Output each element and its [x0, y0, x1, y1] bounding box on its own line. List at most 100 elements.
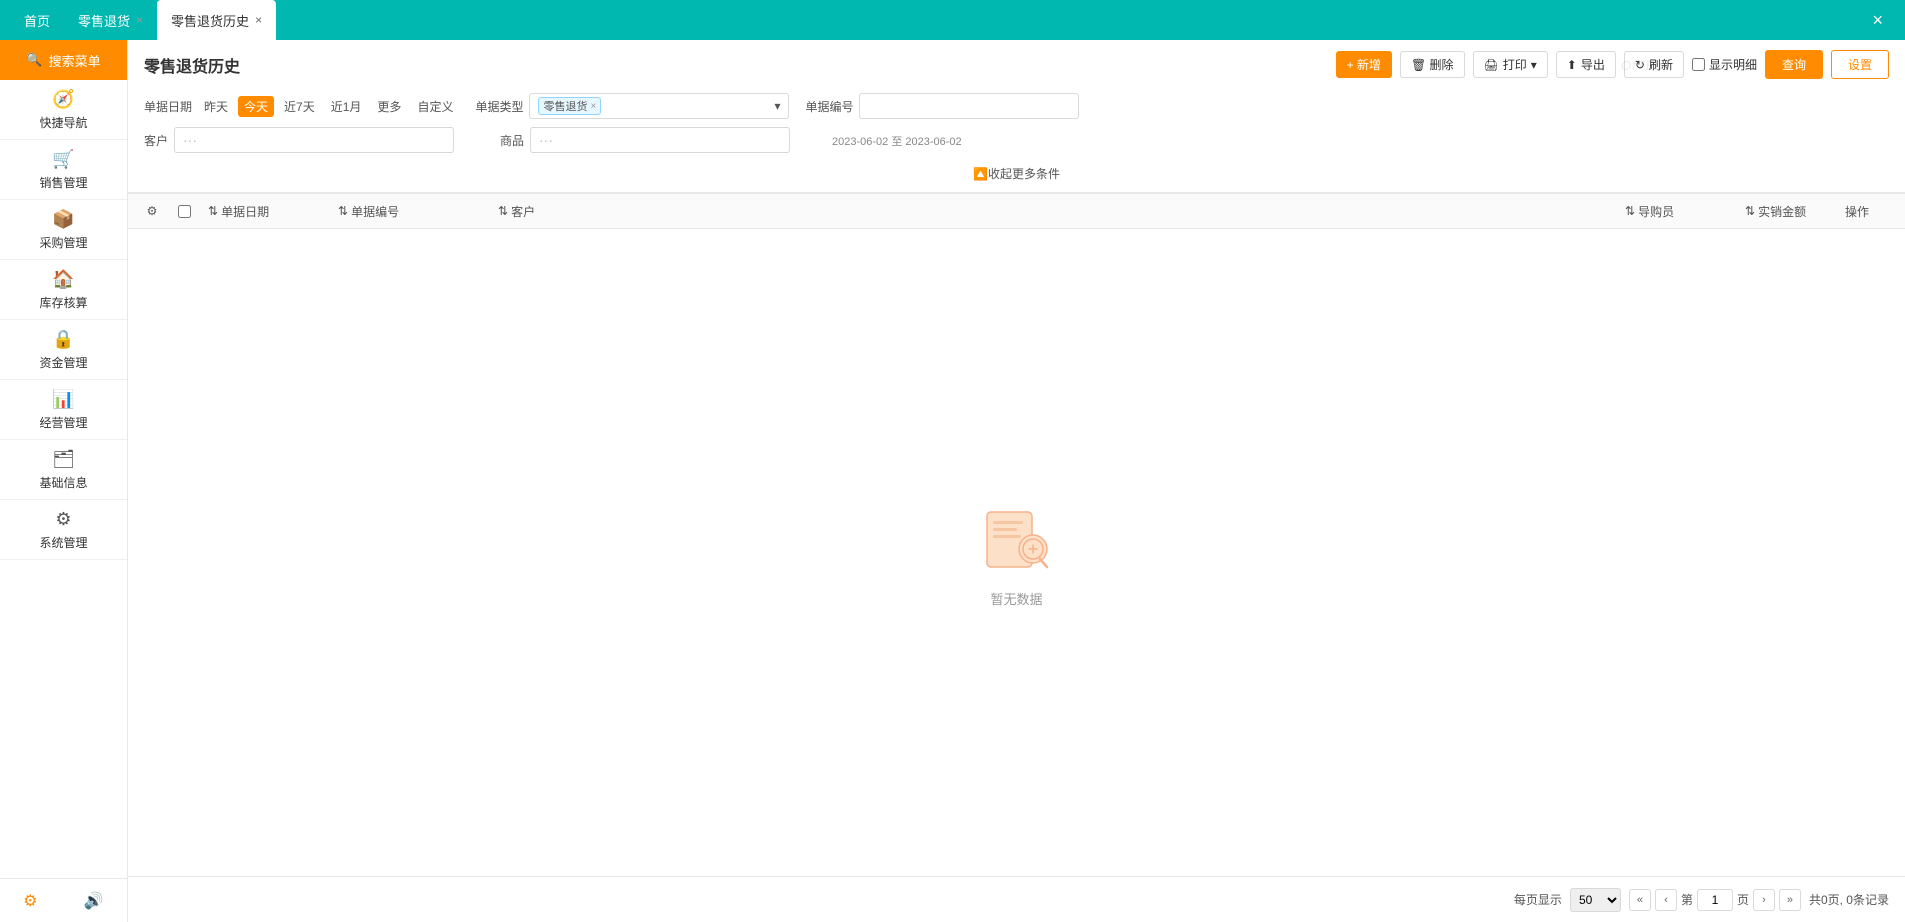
sidebar-item-basic-info-label: 基础信息 — [39, 474, 87, 491]
date-more[interactable]: 更多 — [371, 96, 407, 117]
toolbar: + 新增 🗑 删除 🖨 打印 ▾ ⬆ 导出 ↻ 刷新 — [1336, 50, 1889, 79]
sidebar-item-inventory[interactable]: 🏠 库存核算 — [0, 260, 127, 320]
content-area: 零售退货历史 + 新增 🗑 删除 🖨 打印 ▾ ⬆ 导出 ↻ — [128, 40, 1905, 922]
query-button[interactable]: 查询 — [1765, 50, 1823, 79]
page-title: 零售退货历史 — [144, 53, 240, 77]
empty-state: 暂无数据 — [128, 229, 1905, 876]
doc-type-select[interactable]: 零售退货 × ▾ — [529, 93, 789, 119]
sidebar-item-fund-mgmt[interactable]: 🔒 资金管理 — [0, 320, 127, 380]
window-close-button[interactable]: × — [1864, 6, 1891, 34]
inventory-icon: 🏠 — [52, 269, 74, 290]
page-prev-button[interactable]: ‹ — [1655, 889, 1677, 911]
date-range-text: 2023-06-02 至 2023-06-02 — [832, 133, 962, 153]
th-number-label: 单据编号 — [351, 203, 399, 220]
customer-filter: 客户 ··· — [144, 127, 484, 153]
new-button[interactable]: + 新增 — [1336, 51, 1392, 78]
settings-gear-icon[interactable]: ⚙ — [15, 883, 45, 919]
th-date-icon: ⇅ — [208, 204, 218, 218]
th-ops-label: 操作 — [1845, 203, 1869, 220]
date-yesterday[interactable]: 昨天 — [198, 96, 234, 117]
print-chevron: ▾ — [1531, 58, 1537, 72]
per-page-label: 每页显示 — [1514, 891, 1562, 908]
page-next-button[interactable]: › — [1753, 889, 1775, 911]
select-all-checkbox[interactable] — [178, 205, 191, 218]
export-button[interactable]: ⬆ 导出 — [1556, 51, 1616, 78]
export-label: 导出 — [1581, 56, 1605, 73]
page-prefix-label: 第 — [1681, 891, 1693, 908]
goods-select[interactable]: ··· — [530, 127, 790, 153]
ops-mgmt-icon: 📊 — [52, 389, 74, 410]
th-number[interactable]: ⇅ 单据编号 — [330, 203, 490, 220]
sound-icon[interactable]: 🔊 — [76, 883, 112, 919]
sidebar-item-purchase-mgmt-label: 采购管理 — [39, 234, 87, 251]
show-detail-checkbox[interactable] — [1692, 58, 1705, 71]
th-date-label: 单据日期 — [221, 203, 269, 220]
empty-text: 暂无数据 — [990, 589, 1042, 608]
page-number-input[interactable]: 1 — [1697, 889, 1733, 911]
doc-number-input[interactable] — [859, 93, 1079, 119]
filter-area: 单据日期 昨天 今天 近7天 近1月 更多 自定义 单据类型 — [144, 87, 1889, 192]
doc-type-tag-remove[interactable]: × — [590, 101, 596, 112]
empty-illustration — [977, 497, 1057, 577]
sidebar-item-quick-nav[interactable]: 🧭 快捷导航 — [0, 80, 127, 140]
per-page-select[interactable]: 50 10 20 100 — [1570, 888, 1621, 912]
th-guide-icon: ⇅ — [1625, 204, 1635, 218]
th-checkbox[interactable] — [168, 205, 200, 218]
date-last1m[interactable]: 近1月 — [325, 96, 368, 117]
goods-placeholder-dots: ··· — [539, 132, 553, 148]
pagination-nav: « ‹ 第 1 页 › » — [1629, 889, 1801, 911]
print-button[interactable]: 🖨 打印 ▾ — [1473, 51, 1548, 78]
th-amount-label: 实销金额 — [1758, 203, 1806, 220]
tab-list: 首页 零售退货 × 零售退货历史 × — [10, 0, 1864, 40]
table-footer: 每页显示 50 10 20 100 « ‹ 第 1 页 › » 共0页, 0条记… — [128, 876, 1905, 922]
goods-label: 商品 — [500, 132, 524, 149]
refresh-button[interactable]: ↻ 刷新 — [1624, 51, 1684, 78]
th-settings[interactable]: ⚙ — [136, 204, 168, 218]
page-last-button[interactable]: » — [1779, 889, 1801, 911]
sidebar-item-sys-mgmt[interactable]: ⚙ 系统管理 — [0, 500, 127, 560]
doc-type-label: 单据类型 — [475, 98, 523, 115]
sidebar-search[interactable]: 🔍 搜索菜单 — [0, 40, 127, 80]
tab-home-label: 首页 — [24, 11, 50, 30]
th-guide[interactable]: ⇅ 导购员 — [1617, 203, 1737, 220]
customer-select[interactable]: ··· — [174, 127, 454, 153]
tab-home[interactable]: 首页 — [10, 0, 64, 40]
th-guide-label: 导购员 — [1638, 203, 1674, 220]
page-header: 零售退货历史 + 新增 🗑 删除 🖨 打印 ▾ ⬆ 导出 ↻ — [128, 40, 1905, 193]
page-first-button[interactable]: « — [1629, 889, 1651, 911]
collapse-label: 收起更多条件 — [988, 165, 1060, 182]
sidebar-item-ops-mgmt-label: 经营管理 — [39, 414, 87, 431]
main-layout: 🔍 搜索菜单 🧭 快捷导航 🛒 销售管理 📦 采购管理 🏠 库存核算 🔒 资金管… — [0, 40, 1905, 922]
sidebar-item-purchase-mgmt[interactable]: 📦 采购管理 — [0, 200, 127, 260]
sidebar-item-ops-mgmt[interactable]: 📊 经营管理 — [0, 380, 127, 440]
fund-mgmt-icon: 🔒 — [52, 329, 74, 350]
quick-nav-icon: 🧭 — [52, 89, 74, 110]
th-amount-icon: ⇅ — [1745, 204, 1755, 218]
th-customer-icon: ⇅ — [498, 204, 508, 218]
page-suffix-label: 页 — [1737, 891, 1749, 908]
collapse-row[interactable]: 🔼 收起更多条件 — [144, 161, 1889, 184]
tab-retail-return-history-close[interactable]: × — [255, 13, 262, 27]
delete-button[interactable]: 🗑 删除 — [1400, 51, 1465, 78]
date-custom[interactable]: 自定义 — [411, 96, 459, 117]
th-amount[interactable]: ⇅ 实销金额 — [1737, 203, 1837, 220]
sidebar-item-sys-mgmt-label: 系统管理 — [39, 534, 87, 551]
date-today[interactable]: 今天 — [238, 96, 274, 117]
th-customer[interactable]: ⇅ 客户 — [490, 203, 1617, 220]
th-date[interactable]: ⇅ 单据日期 — [200, 203, 330, 220]
top-bar: 首页 零售退货 × 零售退货历史 × × — [0, 0, 1905, 40]
purchase-mgmt-icon: 📦 — [52, 209, 74, 230]
tab-retail-return[interactable]: 零售退货 × — [64, 0, 157, 40]
doc-number-filter: 单据编号 — [805, 93, 1079, 119]
tab-retail-return-history-label: 零售退货历史 — [171, 11, 249, 30]
doc-type-chevron-icon: ▾ — [774, 99, 780, 113]
tab-retail-return-history[interactable]: 零售退货历史 × — [157, 0, 276, 40]
date-filter: 单据日期 昨天 今天 近7天 近1月 更多 自定义 — [144, 96, 459, 117]
tab-retail-return-close[interactable]: × — [136, 13, 143, 27]
sidebar-item-basic-info[interactable]: 🗂 基础信息 — [0, 440, 127, 500]
doc-type-tag: 零售退货 × — [538, 97, 601, 115]
date-last7[interactable]: 近7天 — [278, 96, 321, 117]
sidebar-item-inventory-label: 库存核算 — [39, 294, 87, 311]
settings-button[interactable]: 设置 — [1831, 50, 1889, 79]
sidebar-item-sales-mgmt[interactable]: 🛒 销售管理 — [0, 140, 127, 200]
